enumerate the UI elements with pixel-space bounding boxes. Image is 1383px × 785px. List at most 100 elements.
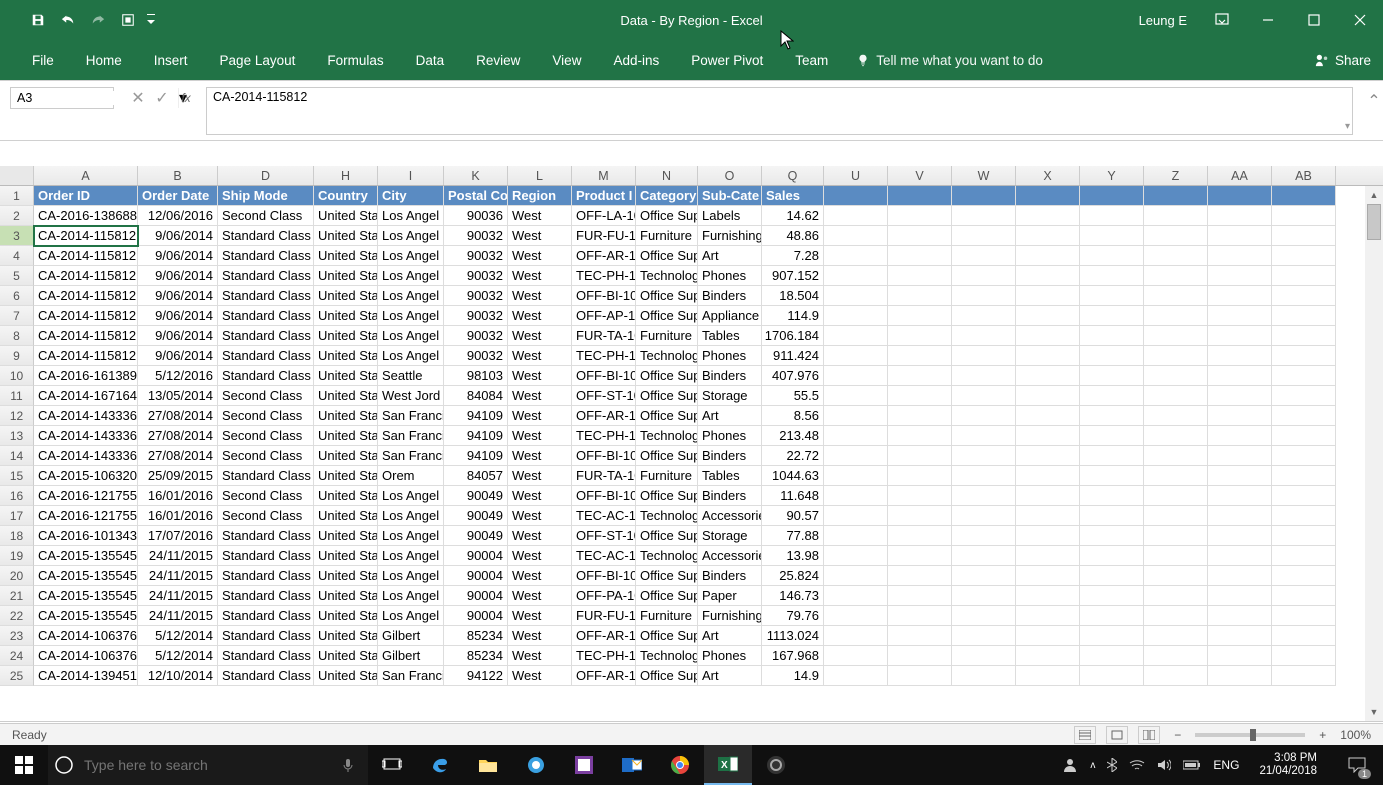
- cell[interactable]: West: [508, 546, 572, 566]
- cell[interactable]: Los Angel: [378, 346, 444, 366]
- cell[interactable]: 9/06/2014: [138, 346, 218, 366]
- cell[interactable]: [1080, 346, 1144, 366]
- cell[interactable]: Office Sup: [636, 666, 698, 686]
- cell[interactable]: [1144, 546, 1208, 566]
- column-header[interactable]: AB: [1272, 166, 1336, 185]
- cell[interactable]: Tables: [698, 326, 762, 346]
- cell[interactable]: 11.648: [762, 486, 824, 506]
- cell[interactable]: 17/07/2016: [138, 526, 218, 546]
- cell[interactable]: 9/06/2014: [138, 326, 218, 346]
- cell[interactable]: Los Angel: [378, 206, 444, 226]
- cell[interactable]: [888, 306, 952, 326]
- cell[interactable]: [1080, 286, 1144, 306]
- cell[interactable]: Technolog: [636, 426, 698, 446]
- cell[interactable]: [1144, 486, 1208, 506]
- cell[interactable]: [888, 286, 952, 306]
- battery-icon[interactable]: [1183, 760, 1201, 770]
- cell[interactable]: West: [508, 526, 572, 546]
- cell[interactable]: 90032: [444, 226, 508, 246]
- language-indicator[interactable]: ENG: [1213, 758, 1239, 772]
- cell[interactable]: [888, 566, 952, 586]
- cell[interactable]: 1113.024: [762, 626, 824, 646]
- cell[interactable]: [1208, 226, 1272, 246]
- cell[interactable]: OFF-BI-10: [572, 366, 636, 386]
- collapse-formula-bar[interactable]: ⌃: [1365, 87, 1383, 136]
- cell[interactable]: [1272, 466, 1336, 486]
- cell[interactable]: Standard Class: [218, 526, 314, 546]
- cell[interactable]: [824, 426, 888, 446]
- wifi-icon[interactable]: [1129, 759, 1145, 771]
- cell[interactable]: Furnishing: [698, 606, 762, 626]
- cell[interactable]: [1272, 266, 1336, 286]
- cell[interactable]: 9/06/2014: [138, 266, 218, 286]
- cell[interactable]: 94109: [444, 406, 508, 426]
- cell[interactable]: Office Sup: [636, 306, 698, 326]
- cell[interactable]: United Sta: [314, 266, 378, 286]
- cell[interactable]: [888, 646, 952, 666]
- scroll-down-arrow[interactable]: ▼: [1365, 703, 1383, 721]
- cell[interactable]: OFF-ST-10: [572, 386, 636, 406]
- cell[interactable]: Gilbert: [378, 646, 444, 666]
- cell[interactable]: [824, 326, 888, 346]
- cell[interactable]: Standard Class: [218, 286, 314, 306]
- onenote-icon[interactable]: [560, 745, 608, 785]
- row-header[interactable]: 24: [0, 646, 34, 666]
- cell[interactable]: [1208, 526, 1272, 546]
- cell[interactable]: OFF-BI-10: [572, 446, 636, 466]
- cell[interactable]: Los Angel: [378, 226, 444, 246]
- cell[interactable]: Los Angel: [378, 586, 444, 606]
- cell[interactable]: [952, 586, 1016, 606]
- cell[interactable]: [1144, 606, 1208, 626]
- cell[interactable]: [1208, 286, 1272, 306]
- cell[interactable]: [1208, 546, 1272, 566]
- cell[interactable]: [1080, 326, 1144, 346]
- cell[interactable]: TEC-AC-10: [572, 546, 636, 566]
- cell[interactable]: TEC-PH-10: [572, 646, 636, 666]
- column-header[interactable]: K: [444, 166, 508, 185]
- cell[interactable]: [1016, 466, 1080, 486]
- cell[interactable]: [1272, 506, 1336, 526]
- cell[interactable]: TEC-AC-10: [572, 506, 636, 526]
- cell[interactable]: [952, 626, 1016, 646]
- column-header[interactable]: O: [698, 166, 762, 185]
- cell[interactable]: Binders: [698, 566, 762, 586]
- cell[interactable]: [1208, 666, 1272, 686]
- cell[interactable]: OFF-BI-10: [572, 566, 636, 586]
- cell[interactable]: [1272, 226, 1336, 246]
- cell[interactable]: [1272, 626, 1336, 646]
- cell[interactable]: United Sta: [314, 346, 378, 366]
- header-cell[interactable]: Order Date: [138, 186, 218, 206]
- cell[interactable]: [888, 666, 952, 686]
- cell[interactable]: Storage: [698, 526, 762, 546]
- cell[interactable]: 90032: [444, 246, 508, 266]
- cell[interactable]: 407.976: [762, 366, 824, 386]
- cell[interactable]: [824, 226, 888, 246]
- cell[interactable]: [1016, 586, 1080, 606]
- cell[interactable]: [1208, 506, 1272, 526]
- cell[interactable]: [1144, 506, 1208, 526]
- cell[interactable]: [824, 526, 888, 546]
- cell[interactable]: Phones: [698, 266, 762, 286]
- cell[interactable]: Standard Class: [218, 546, 314, 566]
- cell[interactable]: CA-2014-115812: [34, 266, 138, 286]
- column-header[interactable]: N: [636, 166, 698, 185]
- cell[interactable]: [1144, 326, 1208, 346]
- cell[interactable]: 90036: [444, 206, 508, 226]
- cell[interactable]: West Jord: [378, 386, 444, 406]
- tray-expand-icon[interactable]: ʌ: [1090, 760, 1095, 771]
- header-cell[interactable]: Postal Co: [444, 186, 508, 206]
- cell[interactable]: CA-2015-106320: [34, 466, 138, 486]
- column-header[interactable]: W: [952, 166, 1016, 185]
- cell[interactable]: Art: [698, 246, 762, 266]
- cell[interactable]: [1080, 506, 1144, 526]
- cell[interactable]: [888, 486, 952, 506]
- cell[interactable]: [1208, 246, 1272, 266]
- cell[interactable]: Los Angel: [378, 606, 444, 626]
- cell[interactable]: San Franci: [378, 446, 444, 466]
- cell[interactable]: West: [508, 326, 572, 346]
- cell[interactable]: Los Angel: [378, 506, 444, 526]
- cell[interactable]: [952, 286, 1016, 306]
- cell[interactable]: 90.57: [762, 506, 824, 526]
- outlook-icon[interactable]: [608, 745, 656, 785]
- cell[interactable]: Office Sup: [636, 486, 698, 506]
